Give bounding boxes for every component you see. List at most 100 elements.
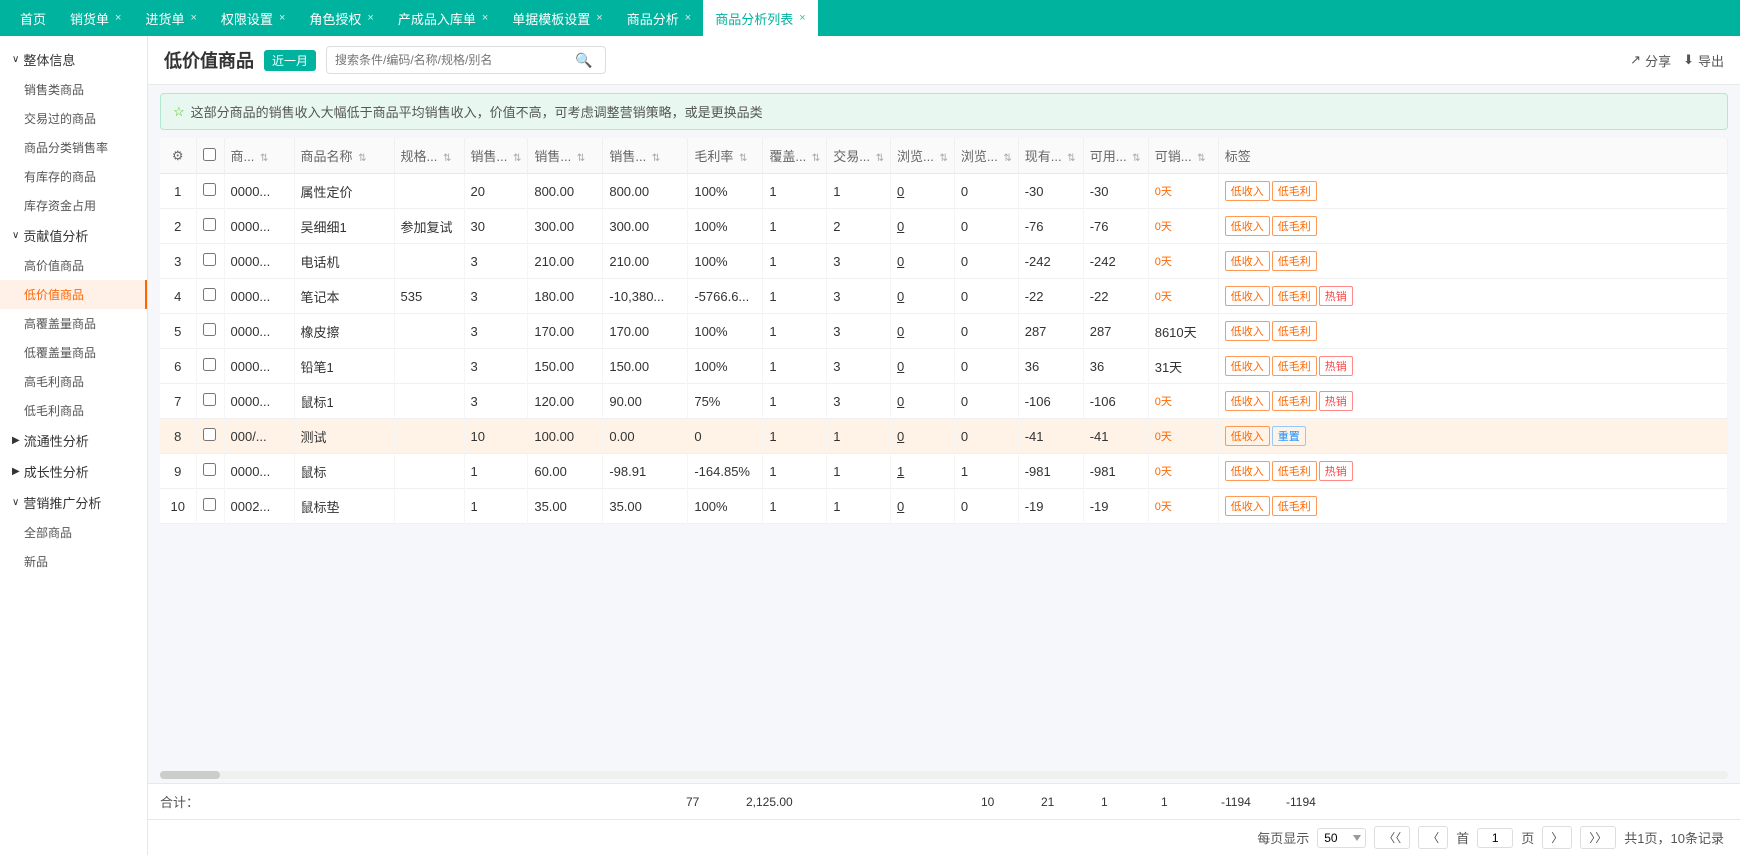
tag-热销[interactable]: 热销	[1319, 461, 1353, 481]
row-checkbox[interactable]	[203, 393, 216, 406]
sidebar-item-高毛利商品[interactable]: 高毛利商品	[0, 367, 147, 396]
select-all-checkbox[interactable]	[203, 148, 216, 161]
view1-value[interactable]: 0	[897, 184, 904, 199]
sidebar-group-整体信息[interactable]: ∨整体信息	[0, 44, 147, 75]
view1-value[interactable]: 0	[897, 429, 904, 444]
horizontal-scrollbar[interactable]	[160, 771, 1728, 779]
sidebar-item-商品分类销售率[interactable]: 商品分类销售率	[0, 133, 147, 162]
view1-value[interactable]: 0	[897, 254, 904, 269]
nav-tab-角色授权[interactable]: 角色授权×	[297, 0, 385, 36]
view1-value[interactable]: 0	[897, 394, 904, 409]
sidebar-item-交易过的商品[interactable]: 交易过的商品	[0, 104, 147, 133]
sidebar-item-低价值商品[interactable]: 低价值商品	[0, 280, 147, 309]
sidebar-item-高覆盖量商品[interactable]: 高覆盖量商品	[0, 309, 147, 338]
sidebar-item-新品[interactable]: 新品	[0, 547, 147, 576]
view1-value[interactable]: 0	[897, 499, 904, 514]
view1-value[interactable]: 0	[897, 219, 904, 234]
view1-value[interactable]: 0	[897, 289, 904, 304]
share-button[interactable]: ↗ 分享	[1630, 51, 1671, 70]
nav-tab-首页[interactable]: 首页	[8, 0, 58, 36]
alert-bar: ☆ 这部分商品的销售收入大幅低于商品平均销售收入，价值不高，可考虑调整营销策略，…	[160, 93, 1728, 130]
row-checkbox[interactable]	[203, 288, 216, 301]
sidebar-item-低覆盖量商品[interactable]: 低覆盖量商品	[0, 338, 147, 367]
tag-低收入[interactable]: 低收入	[1225, 426, 1270, 446]
close-tab-icon[interactable]: ×	[115, 12, 121, 24]
row-checkbox[interactable]	[203, 323, 216, 336]
nav-tab-商品分析[interactable]: 商品分析×	[615, 0, 703, 36]
nav-tab-进货单[interactable]: 进货单×	[133, 0, 208, 36]
row-checkbox[interactable]	[203, 253, 216, 266]
search-input[interactable]	[335, 53, 575, 67]
prev-page-button[interactable]: 〈	[1418, 826, 1448, 849]
close-tab-icon[interactable]: ×	[685, 12, 691, 24]
nav-tab-单据模板设置[interactable]: 单据模板设置×	[500, 0, 614, 36]
tag-低收入[interactable]: 低收入	[1225, 391, 1270, 411]
close-tab-icon[interactable]: ×	[279, 12, 285, 24]
close-tab-icon[interactable]: ×	[482, 12, 488, 24]
row-checkbox[interactable]	[203, 183, 216, 196]
row-checkbox[interactable]	[203, 498, 216, 511]
scrollbar-thumb[interactable]	[160, 771, 220, 779]
sidebar-item-全部商品[interactable]: 全部商品	[0, 518, 147, 547]
close-tab-icon[interactable]: ×	[596, 12, 602, 24]
gear-icon[interactable]: ⚙	[172, 148, 184, 163]
view1-value[interactable]: 0	[897, 359, 904, 374]
last-page-button[interactable]: 〉〉	[1580, 826, 1616, 849]
sidebar-item-销售类商品[interactable]: 销售类商品	[0, 75, 147, 104]
sidebar-group-贡献值分析[interactable]: ∨贡献值分析	[0, 220, 147, 251]
tag-低收入[interactable]: 低收入	[1225, 356, 1270, 376]
view1-value[interactable]: 1	[897, 464, 904, 479]
first-page-button[interactable]: 〈〈	[1374, 826, 1410, 849]
cell-name: 铅笔1	[294, 349, 394, 384]
tag-低毛利[interactable]: 低毛利	[1272, 321, 1317, 341]
row-checkbox[interactable]	[203, 358, 216, 371]
row-checkbox[interactable]	[203, 463, 216, 476]
sidebar-item-低毛利商品[interactable]: 低毛利商品	[0, 396, 147, 425]
tag-热销[interactable]: 热销	[1319, 356, 1353, 376]
nav-tab-销货单[interactable]: 销货单×	[58, 0, 133, 36]
tag-低毛利[interactable]: 低毛利	[1272, 391, 1317, 411]
tag-低毛利[interactable]: 低毛利	[1272, 181, 1317, 201]
tag-低收入[interactable]: 低收入	[1225, 461, 1270, 481]
sidebar-group-流通性分析[interactable]: ▶流通性分析	[0, 425, 147, 456]
row-checkbox[interactable]	[203, 218, 216, 231]
nav-tab-商品分析列表[interactable]: 商品分析列表×	[703, 0, 817, 36]
sidebar-item-高价值商品[interactable]: 高价值商品	[0, 251, 147, 280]
sidebar-item-有库存的商品[interactable]: 有库存的商品	[0, 162, 147, 191]
row-checkbox[interactable]	[203, 428, 216, 441]
sidebar-item-库存资金占用[interactable]: 库存资金占用	[0, 191, 147, 220]
tag-重置[interactable]: 重置	[1272, 426, 1306, 446]
current-page-input[interactable]	[1477, 828, 1513, 848]
nav-tab-权限设置[interactable]: 权限设置×	[209, 0, 297, 36]
sidebar-group-成长性分析[interactable]: ▶成长性分析	[0, 456, 147, 487]
tag-低收入[interactable]: 低收入	[1225, 286, 1270, 306]
cell-num: 6	[160, 349, 196, 384]
tag-低毛利[interactable]: 低毛利	[1272, 496, 1317, 516]
sidebar-group-营销推广分析[interactable]: ∨营销推广分析	[0, 487, 147, 518]
tag-低毛利[interactable]: 低毛利	[1272, 356, 1317, 376]
tag-低毛利[interactable]: 低毛利	[1272, 216, 1317, 236]
tag-低收入[interactable]: 低收入	[1225, 251, 1270, 271]
view1-value[interactable]: 0	[897, 324, 904, 339]
time-filter-tag[interactable]: 近一月	[264, 50, 316, 71]
column-current: 现有... ⇅	[1018, 138, 1083, 174]
tag-热销[interactable]: 热销	[1319, 391, 1353, 411]
export-button[interactable]: ⬇ 导出	[1683, 51, 1724, 70]
tag-低收入[interactable]: 低收入	[1225, 496, 1270, 516]
page-size-select[interactable]: 20 50 100	[1317, 828, 1366, 848]
tag-低毛利[interactable]: 低毛利	[1272, 461, 1317, 481]
search-icon[interactable]: 🔍	[575, 52, 592, 69]
tag-低收入[interactable]: 低收入	[1225, 216, 1270, 236]
tag-低收入[interactable]: 低收入	[1225, 181, 1270, 201]
close-tab-icon[interactable]: ×	[799, 12, 805, 24]
close-tab-icon[interactable]: ×	[367, 12, 373, 24]
tag-低毛利[interactable]: 低毛利	[1272, 251, 1317, 271]
tag-热销[interactable]: 热销	[1319, 286, 1353, 306]
close-tab-icon[interactable]: ×	[190, 12, 196, 24]
nav-tab-产成品入库单[interactable]: 产成品入库单×	[386, 0, 500, 36]
tag-低毛利[interactable]: 低毛利	[1272, 286, 1317, 306]
next-page-button[interactable]: 〉	[1542, 826, 1572, 849]
cell-trade: 3	[827, 384, 891, 419]
column-sales-price: 销售... ⇅	[528, 138, 603, 174]
tag-低收入[interactable]: 低收入	[1225, 321, 1270, 341]
